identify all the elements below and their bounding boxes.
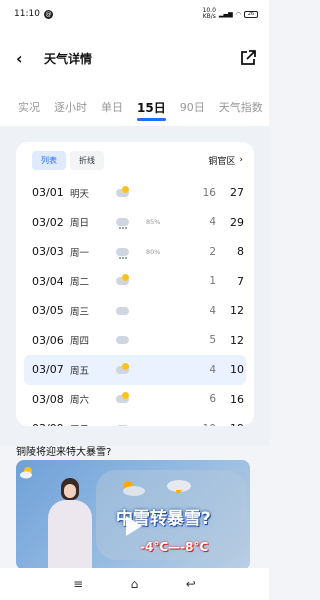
sun-cloud-icon xyxy=(123,481,145,496)
tab-1[interactable]: 逐小时 xyxy=(54,99,87,115)
back-icon[interactable]: ↩ xyxy=(181,577,201,591)
forecast-row[interactable]: 03/03 周一 80% 2 8 xyxy=(16,237,254,267)
temp-low: 6 xyxy=(209,393,216,406)
system-nav-bar: ≡ ⌂ ↩ xyxy=(0,568,269,600)
tab-4[interactable]: 90日 xyxy=(180,99,205,115)
forecast-day: 周日 xyxy=(70,422,114,426)
partly-cloudy-icon xyxy=(114,362,146,377)
wifi-icon: ◠ xyxy=(235,10,241,18)
battery-icon: 26 xyxy=(244,10,258,18)
partly-cloudy-icon xyxy=(114,185,146,200)
temp-high: 29 xyxy=(230,215,244,229)
line-view-button[interactable]: 折线 xyxy=(70,150,104,170)
forecast-day: 周三 xyxy=(70,306,90,318)
forecast-row[interactable]: 03/08 周六 6 16 xyxy=(16,385,254,415)
rain-icon xyxy=(114,245,146,259)
news-anchor xyxy=(44,472,96,570)
forecast-date: 03/02 xyxy=(32,215,64,229)
card-header: 列表 折线 铜官区 › xyxy=(16,142,254,178)
forecast-date: 03/03 xyxy=(32,245,64,259)
temp-high: 7 xyxy=(237,274,244,288)
temp-low: 10 xyxy=(176,423,216,426)
news-video-thumbnail[interactable]: 中雪转暴雪? -4°C—-8°C xyxy=(16,460,250,570)
cloudy-icon xyxy=(114,333,146,347)
forecast-card: 列表 折线 铜官区 › 03/01 明天 16 27 03/02 周日 85% 4 29 03/0… xyxy=(16,142,254,426)
chevron-right-icon: › xyxy=(239,155,243,165)
forecast-row[interactable]: 03/09周日 1019 xyxy=(16,414,254,426)
weather-sun-icon xyxy=(20,467,32,479)
forecast-date: 03/05 xyxy=(32,304,64,318)
top-bar: ‹ 天气详情 xyxy=(0,28,269,88)
forecast-date: 03/06 xyxy=(32,333,64,347)
forecast-day: 周一 xyxy=(70,247,90,259)
tab-0[interactable]: 实况 xyxy=(18,99,40,115)
cloudy-icon xyxy=(114,304,146,318)
forecast-date: 03/08 xyxy=(32,392,64,406)
view-toggle: 列表 折线 xyxy=(32,150,104,170)
forecast-row[interactable]: 03/07 周五 4 10 xyxy=(24,355,246,385)
notification-icon: @ xyxy=(43,9,53,19)
tab-bar: 实况 逐小时 单日 15日 90日 天气指数 xyxy=(0,88,269,126)
battery-level: 26 xyxy=(247,11,255,17)
status-bar: 11:10 @ 10.0 KB/s ▂▄▆ ◠ 26 xyxy=(0,0,269,28)
list-view-button[interactable]: 列表 xyxy=(32,150,66,170)
storm-cloud-icon xyxy=(167,480,191,494)
forecast-day: 明天 xyxy=(70,188,90,200)
home-icon[interactable]: ⌂ xyxy=(124,577,144,591)
forecast-date: 03/07 xyxy=(32,363,64,377)
forecast-row[interactable]: 03/01 明天 16 27 xyxy=(16,178,254,208)
precip-chance: 80% xyxy=(146,247,161,256)
news-temp: -4°C—-8°C xyxy=(140,540,209,554)
temp-high: 12 xyxy=(230,333,244,347)
temp-low: 4 xyxy=(209,304,216,317)
temp-low: 2 xyxy=(209,245,216,258)
partly-cloudy-icon xyxy=(114,392,146,406)
cloudy-icon xyxy=(114,422,146,426)
temp-high: 10 xyxy=(230,363,244,377)
forecast-row[interactable]: 03/05 周三 4 12 xyxy=(16,296,254,326)
tab-3[interactable]: 15日 xyxy=(137,99,166,121)
forecast-day: 周二 xyxy=(70,277,90,289)
forecast-list: 03/01 明天 16 27 03/02 周日 85% 4 29 03/03 周一 80% 2 8 03/0… xyxy=(16,178,254,426)
temp-low: 4 xyxy=(209,216,216,229)
tab-2[interactable]: 单日 xyxy=(101,99,123,115)
news-title[interactable]: 铜陵将迎来特大暴雪? xyxy=(16,443,111,458)
temp-high: 27 xyxy=(230,186,244,200)
temp-high: 16 xyxy=(230,392,244,406)
tab-5[interactable]: 天气指数 xyxy=(219,99,263,115)
temp-high: 19 xyxy=(216,422,244,426)
menu-icon[interactable]: ≡ xyxy=(68,577,88,591)
temp-high: 12 xyxy=(230,304,244,318)
net-speed-unit: KB/s xyxy=(202,13,216,20)
back-arrow-icon[interactable]: ‹ xyxy=(16,49,32,68)
precip-chance: 85% xyxy=(146,218,161,227)
forecast-day: 周五 xyxy=(70,365,90,377)
rain-icon xyxy=(114,215,146,230)
temp-low: 1 xyxy=(209,275,216,288)
forecast-date: 03/04 xyxy=(32,274,64,288)
partly-cloudy-icon xyxy=(114,274,146,288)
temp-low: 16 xyxy=(202,186,216,199)
play-icon[interactable] xyxy=(126,516,142,536)
forecast-row[interactable]: 03/02 周日 85% 4 29 xyxy=(16,208,254,238)
status-time: 11:10 xyxy=(14,9,40,19)
temp-low: 5 xyxy=(209,334,216,347)
forecast-date: 03/09 xyxy=(32,422,70,426)
region-selector[interactable]: 铜官区 › xyxy=(208,154,243,167)
region-label: 铜官区 xyxy=(208,156,236,167)
forecast-row[interactable]: 03/04 周二 1 7 xyxy=(16,267,254,297)
share-icon[interactable] xyxy=(239,49,257,67)
forecast-date: 03/01 xyxy=(32,186,64,200)
forecast-day: 周日 xyxy=(70,218,90,230)
signal-icon: ▂▄▆ xyxy=(218,10,233,18)
page-title: 天气详情 xyxy=(44,51,93,66)
temp-low: 4 xyxy=(209,363,216,376)
forecast-day: 周六 xyxy=(70,395,90,407)
forecast-day: 周四 xyxy=(70,336,90,348)
forecast-row[interactable]: 03/06 周四 5 12 xyxy=(16,326,254,356)
temp-high: 8 xyxy=(237,245,244,259)
net-speed: 10.0 KB/s xyxy=(203,8,216,20)
